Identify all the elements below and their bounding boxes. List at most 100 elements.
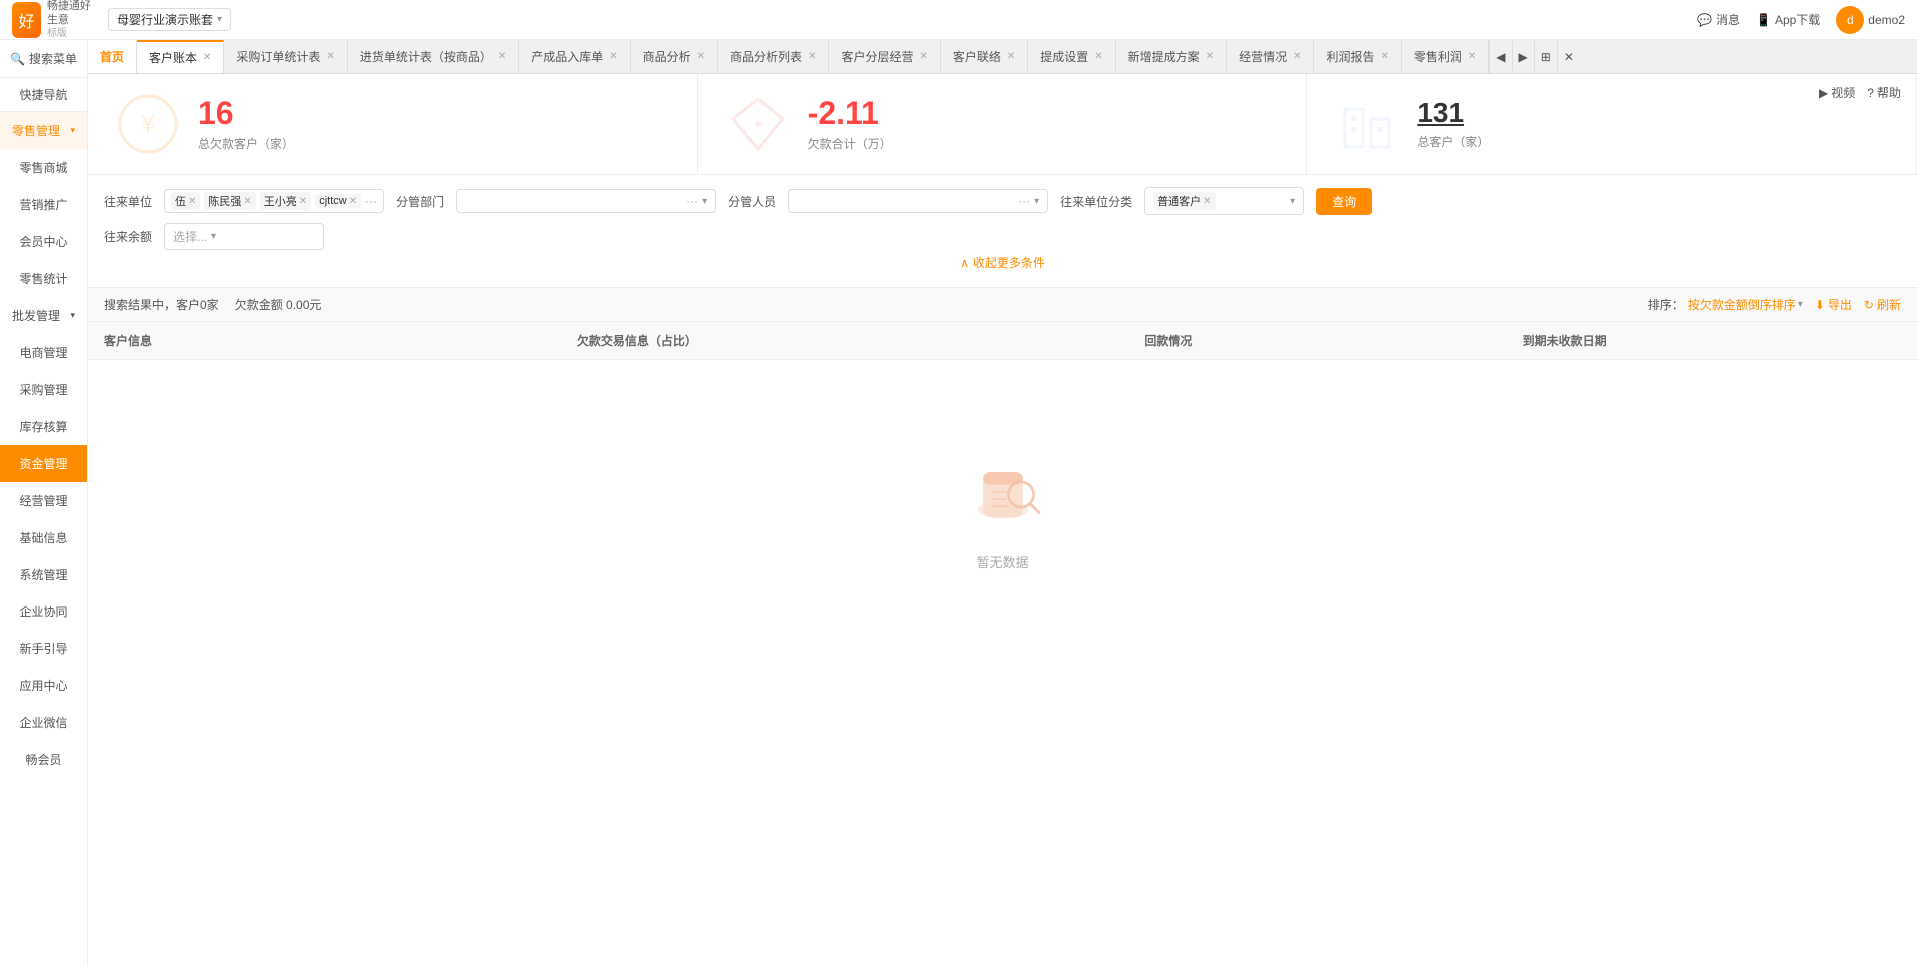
sidebar-item-stock[interactable]: 库存核算 xyxy=(0,408,87,445)
sidebar-item-retail[interactable]: 零售管理 ▾ xyxy=(0,112,87,149)
tab-close-goods-analysis-list[interactable]: ✕ xyxy=(808,51,816,62)
filter-tag-close-wu[interactable]: ✕ xyxy=(188,196,196,207)
filter-dept-select[interactable]: ··· ▾ xyxy=(456,189,716,213)
export-icon: ⬇ xyxy=(1815,298,1825,312)
tab-retail-profit[interactable]: 零售利润 ✕ xyxy=(1402,40,1489,74)
query-button[interactable]: 查询 xyxy=(1316,188,1372,215)
tab-close-new-scheme[interactable]: ✕ xyxy=(1206,51,1214,62)
sidebar-search[interactable]: 🔍 搜索菜单 xyxy=(0,40,87,78)
tab-nav-next[interactable]: ▶ xyxy=(1512,40,1534,74)
message-icon: 💬 xyxy=(1697,13,1712,27)
tab-new-scheme[interactable]: 新增提成方案 ✕ xyxy=(1116,40,1227,74)
tab-close-retail-profit[interactable]: ✕ xyxy=(1468,51,1476,62)
empty-icon xyxy=(953,440,1053,540)
user-avatar-btn[interactable]: d demo2 xyxy=(1836,6,1905,34)
tab-purchase-orders[interactable]: 采购订单统计表 ✕ xyxy=(224,40,347,74)
sidebar-item-retail-mall[interactable]: 零售商城 xyxy=(0,149,87,186)
tab-close-push-settings[interactable]: ✕ xyxy=(1094,51,1102,62)
tab-close-cost-in[interactable]: ✕ xyxy=(609,51,617,62)
content-area: 首页 客户账本 ✕ 采购订单统计表 ✕ 进货单统计表（按商品） ✕ 产成品入库单… xyxy=(88,40,1917,966)
sidebar-item-new-guide[interactable]: 新手引导 xyxy=(0,630,87,667)
sidebar-item-enterprise-collab[interactable]: 企业协同 xyxy=(0,593,87,630)
tab-goods-analysis[interactable]: 商品分析 ✕ xyxy=(631,40,718,74)
export-btn[interactable]: ⬇ 导出 xyxy=(1815,296,1852,313)
filter-row-2: 往来余额 选择... ▾ xyxy=(104,223,1901,250)
stats-row: ¥ 16 总欠款客户（家） ✦ xyxy=(88,74,1917,175)
filter-tag-close-cjttcw[interactable]: ✕ xyxy=(349,196,357,207)
sidebar-item-operation[interactable]: 经营管理 xyxy=(0,482,87,519)
filter-tag-wang: 王小亮 ✕ xyxy=(260,192,311,210)
chevron-down-icon: ▾ xyxy=(1798,299,1803,310)
filter-unit-class-tag-close[interactable]: ✕ xyxy=(1203,196,1211,207)
chevron-down-icon: ▾ xyxy=(1290,196,1295,207)
avatar: d xyxy=(1836,6,1864,34)
page-content: ¥ 16 总欠款客户（家） ✦ xyxy=(88,74,1917,966)
tab-close-stock-stat[interactable]: ✕ xyxy=(498,51,506,62)
top-bar: 好 畅捷通好生意 标版 母婴行业演示账套 ▾ 💬 消息 📱 App下载 d de… xyxy=(0,0,1917,40)
tab-close-customer-segment[interactable]: ✕ xyxy=(919,51,927,62)
sidebar-item-wholesale[interactable]: 批发管理 ▾ xyxy=(0,297,87,334)
tab-nav-expand[interactable]: ⊞ xyxy=(1534,40,1557,74)
filter-more-btn[interactable]: ··· xyxy=(365,194,377,208)
sidebar-item-finance[interactable]: 资金管理 xyxy=(0,445,87,482)
filter-row-1: 往来单位 伍 ✕ 陈民强 ✕ 王小亮 ✕ xyxy=(104,187,1901,215)
tab-goods-analysis-list[interactable]: 商品分析列表 ✕ xyxy=(718,40,829,74)
chevron-down-icon: ▾ xyxy=(211,231,216,242)
sidebar-quick-nav[interactable]: 快捷导航 xyxy=(0,78,87,112)
filter-unit-tags[interactable]: 伍 ✕ 陈民强 ✕ 王小亮 ✕ cjttcw ✕ xyxy=(164,189,384,213)
sidebar-item-purchase[interactable]: 采购管理 xyxy=(0,371,87,408)
sidebar-item-marketing[interactable]: 营销推广 xyxy=(0,186,87,223)
chevron-icon: ▾ xyxy=(70,125,75,136)
table-header: 客户信息 欠款交易信息（占比） 回款情况 到期未收款日期 xyxy=(88,322,1917,360)
chevron-icon: ▾ xyxy=(70,310,75,321)
sidebar-item-member[interactable]: 会员中心 xyxy=(0,223,87,260)
filter-label-amount: 往来余额 xyxy=(104,228,152,245)
sidebar-item-app-center[interactable]: 应用中心 xyxy=(0,667,87,704)
filter-tag-cjttcw: cjttcw ✕ xyxy=(315,194,361,208)
filter-tag-close-wang[interactable]: ✕ xyxy=(299,196,307,207)
video-btn[interactable]: ▶ 视频 xyxy=(1819,84,1855,101)
sidebar-item-enterprise-wechat[interactable]: 企业微信 xyxy=(0,704,87,741)
col-header-date: 到期未收款日期 xyxy=(1523,332,1901,349)
amount-filter-select[interactable]: 选择... ▾ xyxy=(164,223,324,250)
tab-close-customer-contact[interactable]: ✕ xyxy=(1007,51,1015,62)
refresh-btn[interactable]: ↻ 刷新 xyxy=(1864,296,1901,313)
app-download-btn[interactable]: 📱 App下载 xyxy=(1756,11,1820,28)
tab-close-operation-status[interactable]: ✕ xyxy=(1293,51,1301,62)
tab-close-accounts[interactable]: ✕ xyxy=(203,52,211,63)
filter-tag-wu: 伍 ✕ xyxy=(171,192,200,210)
sidebar-item-retail-stats[interactable]: 零售统计 xyxy=(0,260,87,297)
tab-nav-prev[interactable]: ◀ xyxy=(1489,40,1511,74)
tab-stock-stat[interactable]: 进货单统计表（按商品） ✕ xyxy=(348,40,519,74)
logo-area: 好 畅捷通好生意 标版 xyxy=(12,0,100,40)
tab-customer-contact[interactable]: 客户联络 ✕ xyxy=(941,40,1028,74)
tab-operation-status[interactable]: 经营情况 ✕ xyxy=(1227,40,1314,74)
sidebar-item-sys-manage[interactable]: 系统管理 xyxy=(0,556,87,593)
sidebar-item-vip-member[interactable]: 畅会员 xyxy=(0,741,87,778)
filter-dept-more: ··· xyxy=(686,194,698,208)
top-bar-right: 💬 消息 📱 App下载 d demo2 xyxy=(1697,6,1905,34)
collapse-button[interactable]: ∧ 收起更多条件 xyxy=(960,254,1045,271)
tab-profit-report[interactable]: 利润报告 ✕ xyxy=(1314,40,1401,74)
tab-cost-in[interactable]: 产成品入库单 ✕ xyxy=(519,40,630,74)
filter-unit-class-select[interactable]: 普通客户 ✕ ▾ xyxy=(1144,187,1304,215)
filter-person-select[interactable]: ··· ▾ xyxy=(788,189,1048,213)
filter-tag-close-chen[interactable]: ✕ xyxy=(243,196,251,207)
stat-card-customers: ¥ 16 总欠款客户（家） xyxy=(88,74,698,174)
tab-home[interactable]: 首页 xyxy=(88,40,137,74)
tab-nav-close-all[interactable]: ✕ xyxy=(1557,40,1580,74)
stat-value-total: 131 xyxy=(1417,98,1489,129)
sidebar-item-ecommerce[interactable]: 电商管理 xyxy=(0,334,87,371)
tab-close-profit-report[interactable]: ✕ xyxy=(1381,51,1389,62)
tab-close-purchase-orders[interactable]: ✕ xyxy=(326,51,334,62)
sidebar-item-base-info[interactable]: 基础信息 xyxy=(0,519,87,556)
account-selector[interactable]: 母婴行业演示账套 ▾ xyxy=(108,8,231,31)
tab-push-settings[interactable]: 提成设置 ✕ xyxy=(1028,40,1115,74)
tab-customer-segment[interactable]: 客户分层经营 ✕ xyxy=(829,40,940,74)
message-btn[interactable]: 💬 消息 xyxy=(1697,11,1740,28)
tab-close-goods-analysis[interactable]: ✕ xyxy=(697,51,705,62)
search-icon: 🔍 xyxy=(10,52,25,66)
tab-accounts[interactable]: 客户账本 ✕ xyxy=(137,40,224,74)
sort-select[interactable]: 按欠款金额倒序排序 ▾ xyxy=(1688,296,1803,313)
help-btn[interactable]: ? 帮助 xyxy=(1867,84,1901,101)
